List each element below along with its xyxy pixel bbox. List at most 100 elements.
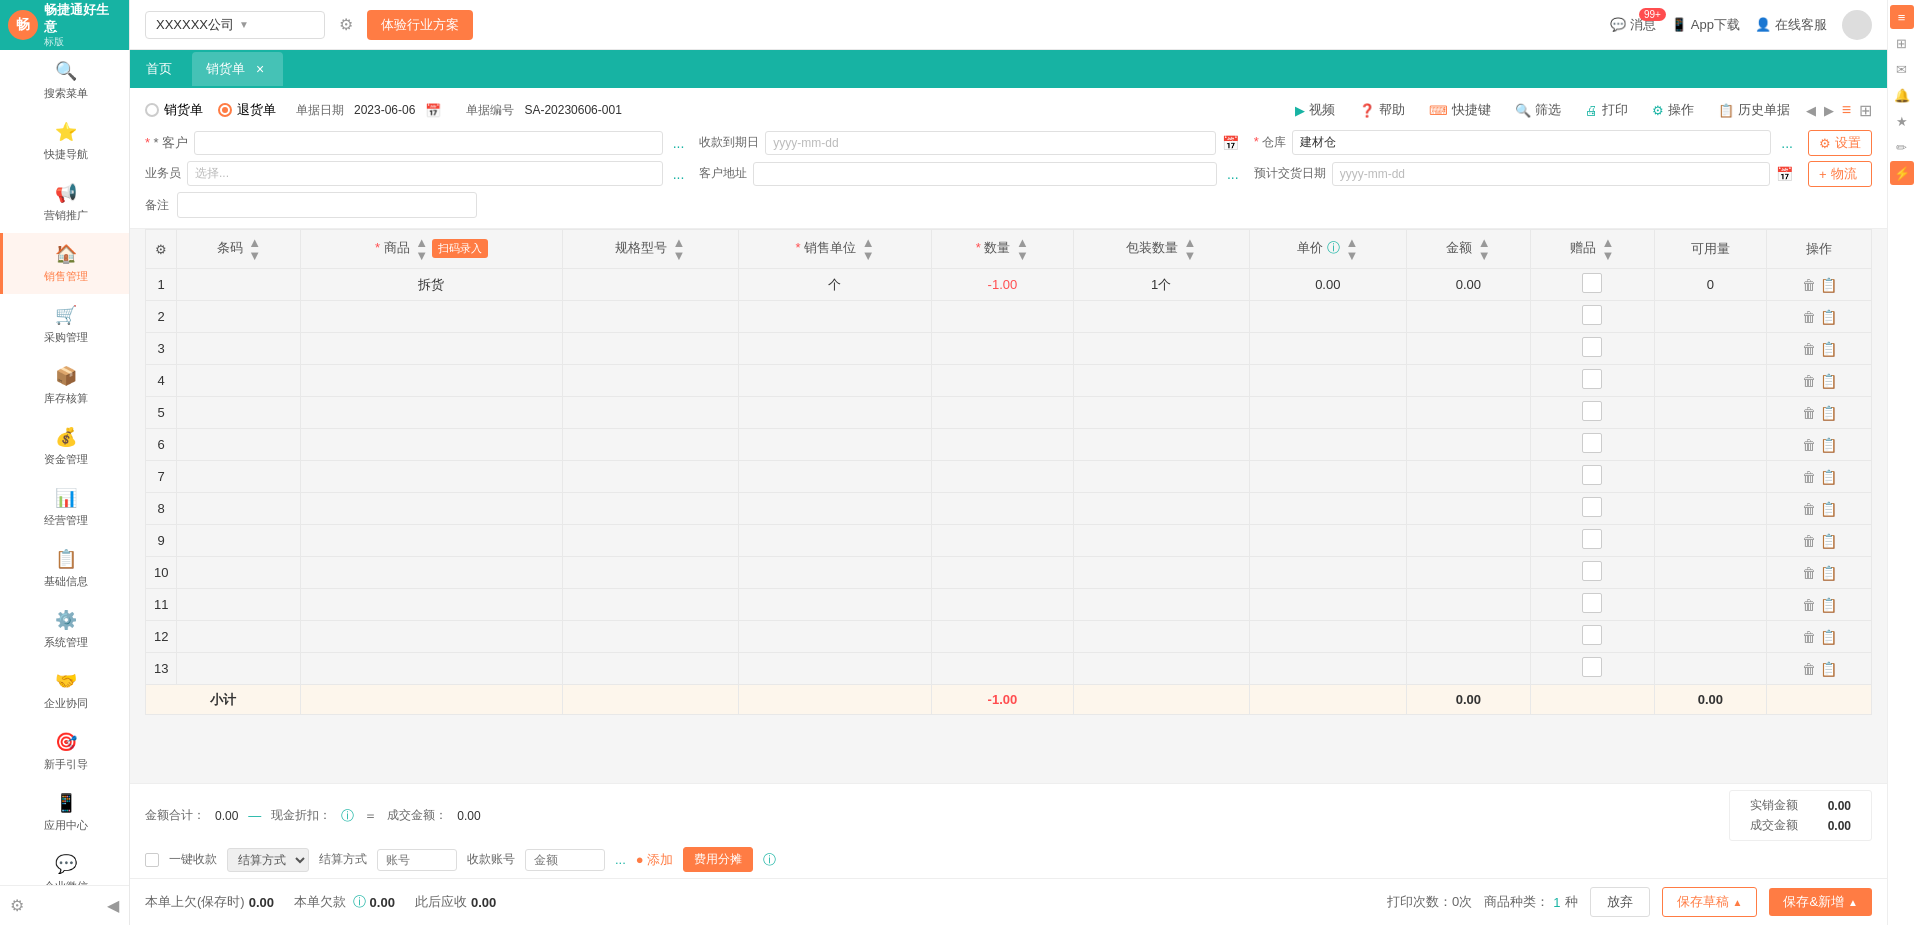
cell-amount[interactable] [1406, 461, 1530, 493]
cell-product[interactable] [301, 333, 562, 365]
cell-barcode[interactable] [177, 397, 301, 429]
copy-row-icon[interactable]: 📋 [1820, 341, 1837, 357]
cell-amount[interactable]: 0.00 [1406, 269, 1530, 301]
delete-row-icon[interactable]: 🗑 [1802, 565, 1816, 581]
tab-home[interactable]: 首页 [130, 52, 188, 86]
cell-spec[interactable] [562, 397, 738, 429]
cell-product[interactable] [301, 461, 562, 493]
cell-pack-qty[interactable] [1073, 333, 1249, 365]
cell-quantity[interactable] [932, 333, 1073, 365]
sidebar-item-enterprise[interactable]: 🤝 企业协同 [0, 660, 129, 721]
topbar-settings-icon[interactable]: ⚙ [335, 11, 357, 38]
cell-amount[interactable] [1406, 429, 1530, 461]
cell-quantity[interactable] [932, 461, 1073, 493]
cell-unit-price[interactable] [1249, 397, 1406, 429]
cell-unit[interactable] [738, 557, 932, 589]
cell-product[interactable] [301, 557, 562, 589]
cell-barcode[interactable] [177, 365, 301, 397]
save-new-button[interactable]: 保存&新增 ▲ [1769, 888, 1872, 916]
expected-delivery-calendar-icon[interactable]: 📅 [1776, 166, 1793, 182]
cell-quantity[interactable] [932, 301, 1073, 333]
sidebar-item-guide[interactable]: 🎯 新手引导 [0, 721, 129, 782]
cell-gift[interactable] [1530, 365, 1654, 397]
cell-spec[interactable] [562, 333, 738, 365]
cell-barcode[interactable] [177, 589, 301, 621]
sidebar-item-operations[interactable]: 📊 经营管理 [0, 477, 129, 538]
right-mini-orange[interactable]: ⚡ [1890, 161, 1914, 185]
sidebar-item-apps[interactable]: 📱 应用中心 [0, 782, 129, 843]
copy-row-icon[interactable]: 📋 [1820, 501, 1837, 517]
cell-unit-price[interactable]: 0.00 [1249, 269, 1406, 301]
cell-spec[interactable] [562, 429, 738, 461]
cell-product[interactable] [301, 429, 562, 461]
user-avatar[interactable] [1842, 10, 1872, 40]
cell-gift[interactable] [1530, 269, 1654, 301]
company-selector[interactable]: XXXXXX公司 ▼ [145, 11, 325, 39]
cell-barcode[interactable] [177, 493, 301, 525]
one-click-payment-checkbox[interactable] [145, 853, 159, 867]
cell-quantity[interactable] [932, 557, 1073, 589]
delete-row-icon[interactable]: 🗑 [1802, 469, 1816, 485]
cell-pack-qty[interactable] [1073, 301, 1249, 333]
delete-row-icon[interactable]: 🗑 [1802, 405, 1816, 421]
cell-product[interactable]: 拆货 [301, 269, 562, 301]
app-download-btn[interactable]: 📱 App下载 [1671, 16, 1740, 34]
cell-spec[interactable] [562, 301, 738, 333]
cell-unit-price[interactable] [1249, 461, 1406, 493]
collapse-icon[interactable]: ◀ [107, 896, 119, 915]
cell-unit-price[interactable] [1249, 365, 1406, 397]
cell-gift[interactable] [1530, 653, 1654, 685]
sidebar-item-wechat[interactable]: 💬 企业微信 [0, 843, 129, 885]
right-mini-msg[interactable]: ✉ [1890, 57, 1914, 81]
copy-row-icon[interactable]: 📋 [1820, 533, 1837, 549]
cell-pack-qty[interactable] [1073, 621, 1249, 653]
delete-row-icon[interactable]: 🗑 [1802, 277, 1816, 293]
salesperson-input[interactable]: 选择... [187, 161, 663, 186]
gift-checkbox[interactable] [1582, 305, 1602, 325]
customer-address-dots-btn[interactable]: ... [1227, 166, 1239, 182]
cell-amount[interactable] [1406, 397, 1530, 429]
cell-spec[interactable] [562, 525, 738, 557]
copy-row-icon[interactable]: 📋 [1820, 629, 1837, 645]
copy-row-icon[interactable]: 📋 [1820, 277, 1837, 293]
cell-unit[interactable] [738, 621, 932, 653]
delete-row-icon[interactable]: 🗑 [1802, 341, 1816, 357]
settings-footer-icon[interactable]: ⚙ [10, 896, 24, 915]
payment-account-input[interactable] [377, 849, 457, 871]
cell-quantity[interactable] [932, 589, 1073, 621]
sidebar-item-system[interactable]: ⚙️ 系统管理 [0, 599, 129, 660]
gift-checkbox[interactable] [1582, 465, 1602, 485]
message-btn[interactable]: 💬 消息 99+ [1610, 16, 1656, 34]
cell-product[interactable] [301, 301, 562, 333]
salesperson-dots-btn[interactable]: ... [673, 166, 685, 182]
cell-barcode[interactable] [177, 621, 301, 653]
gift-checkbox[interactable] [1582, 273, 1602, 293]
online-service-btn[interactable]: 👤 在线客服 [1755, 16, 1827, 34]
radio-return-order[interactable]: 退货单 [218, 101, 276, 119]
sidebar-item-finance[interactable]: 💰 资金管理 [0, 416, 129, 477]
print-btn[interactable]: 🖨 打印 [1577, 98, 1636, 122]
cell-gift[interactable] [1530, 461, 1654, 493]
cell-unit-price[interactable] [1249, 301, 1406, 333]
nav-next-icon[interactable]: ▶ [1824, 103, 1834, 118]
cell-unit[interactable] [738, 301, 932, 333]
copy-row-icon[interactable]: 📋 [1820, 437, 1837, 453]
copy-row-icon[interactable]: 📋 [1820, 373, 1837, 389]
unit-price-help-icon[interactable]: ⓘ [1327, 240, 1340, 255]
cell-pack-qty[interactable] [1073, 397, 1249, 429]
cell-product[interactable] [301, 493, 562, 525]
cell-unit-price[interactable] [1249, 653, 1406, 685]
gift-checkbox[interactable] [1582, 657, 1602, 677]
cell-gift[interactable] [1530, 397, 1654, 429]
cell-unit[interactable] [738, 493, 932, 525]
cell-spec[interactable] [562, 557, 738, 589]
tab-close-button[interactable]: × [251, 61, 269, 77]
cell-gift[interactable] [1530, 557, 1654, 589]
cell-quantity[interactable] [932, 653, 1073, 685]
cash-discount-help-icon[interactable]: ⓘ [341, 807, 354, 825]
sidebar-item-purchase[interactable]: 🛒 采购管理 [0, 294, 129, 355]
video-btn[interactable]: ▶ 视频 [1287, 98, 1343, 122]
right-mini-edit[interactable]: ✏ [1890, 135, 1914, 159]
expense-help-icon[interactable]: ⓘ [763, 851, 776, 869]
scan-barcode-btn[interactable]: 扫码录入 [432, 239, 488, 258]
